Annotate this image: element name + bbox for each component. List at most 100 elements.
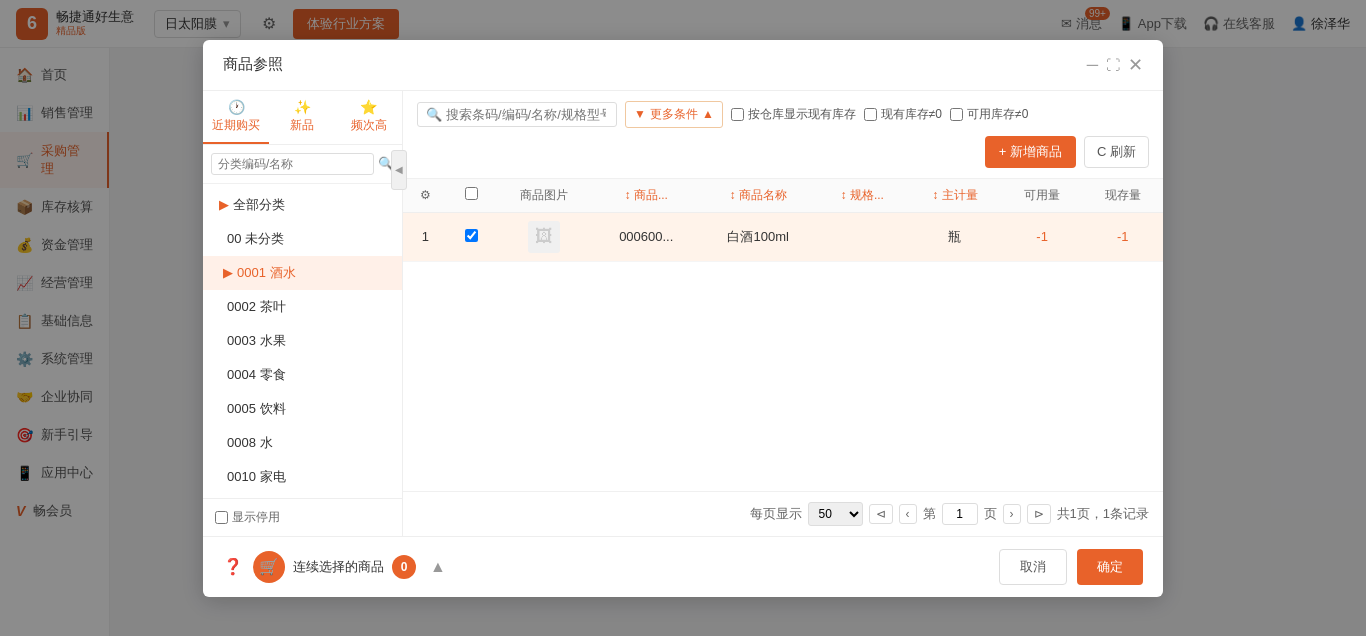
available-nonzero-checkbox[interactable] — [950, 108, 963, 121]
cat-item-00[interactable]: 00 未分类 — [203, 222, 402, 256]
next-page-btn[interactable]: › — [1003, 504, 1021, 524]
last-page-btn[interactable]: ⊳ — [1027, 504, 1051, 524]
collapse-icon[interactable]: ▲ — [430, 558, 446, 576]
cart-area[interactable]: 🛒 连续选择的商品 0 — [253, 551, 416, 583]
pagination: 每页显示 50 100 ⊲ ‹ 第 页 › ⊳ 共1页，1条记录 — [403, 491, 1163, 536]
toolbar-right: + 新增商品 C 刷新 — [985, 136, 1149, 168]
warehouse-checkbox[interactable] — [731, 108, 744, 121]
minimize-icon[interactable]: ─ — [1087, 56, 1098, 74]
row-name: 白酒100ml — [700, 212, 817, 261]
category-bottom: 显示停用 — [203, 498, 402, 536]
cat-item-0002[interactable]: 0002 茶叶 — [203, 290, 402, 324]
row-spec — [817, 212, 908, 261]
col-settings[interactable]: ⚙ — [403, 179, 448, 213]
col-available: 可用量 — [1002, 179, 1083, 213]
tab-new-label: 新品 — [273, 117, 331, 134]
col-spec[interactable]: ↕ 规格... — [817, 179, 908, 213]
row-available: -1 — [1002, 212, 1083, 261]
tab-frequent[interactable]: ⭐ 频次高 — [336, 91, 402, 144]
col-checkbox[interactable] — [448, 179, 495, 213]
col-name[interactable]: ↕ 商品名称 — [700, 179, 817, 213]
show-disabled-checkbox[interactable] — [215, 511, 228, 524]
cancel-button[interactable]: 取消 — [999, 549, 1067, 585]
modal-body: 🕐 近期购买 ✨ 新品 ⭐ 频次高 ◀ — [203, 91, 1163, 536]
row-image: 🖼 — [495, 212, 593, 261]
col-stock: 现存量 — [1082, 179, 1163, 213]
page-total-info: 共1页，1条记录 — [1057, 505, 1149, 523]
checkbox-stock-nonzero[interactable]: 现有库存≠0 — [864, 106, 942, 123]
page-label: 第 — [923, 505, 936, 523]
product-table: ⚙ 商品图片 ↕ 商品... ↕ 商品名称 ↕ 规格.. — [403, 179, 1163, 262]
modal-overlay: 商品参照 ─ ⛶ ✕ 🕐 近期购买 ✨ 新品 — [0, 0, 1366, 636]
toolbar: 🔍 ▼ 更多条件 ▲ 按仓库显示现有库存 现有库存≠0 — [403, 91, 1163, 179]
arrow-icon: ▶ — [219, 197, 229, 212]
col-unit[interactable]: ↕ 主计量 — [908, 179, 1002, 213]
stock-nonzero-checkbox[interactable] — [864, 108, 877, 121]
maximize-icon[interactable]: ⛶ — [1106, 57, 1120, 73]
row-unit: 瓶 — [908, 212, 1002, 261]
category-tabs: 🕐 近期购买 ✨ 新品 ⭐ 频次高 — [203, 91, 402, 145]
new-icon: ✨ — [273, 99, 331, 115]
category-list: ▶ 全部分类 00 未分类 ▶ 0001 酒水 0002 茶叶 0003 水果 — [203, 184, 402, 498]
product-reference-modal: 商品参照 ─ ⛶ ✕ 🕐 近期购买 ✨ 新品 — [203, 40, 1163, 597]
product-table-area: ⚙ 商品图片 ↕ 商品... ↕ 商品名称 ↕ 规格.. — [403, 179, 1163, 491]
cart-label: 连续选择的商品 — [293, 558, 384, 576]
page-of-label: 页 — [984, 505, 997, 523]
per-page-select[interactable]: 50 100 — [808, 502, 863, 526]
cart-count: 0 — [392, 555, 416, 579]
category-search: 🔍 — [203, 145, 402, 184]
add-product-button[interactable]: + 新增商品 — [985, 136, 1076, 168]
close-icon[interactable]: ✕ — [1128, 54, 1143, 76]
cat-item-0008[interactable]: 0008 水 — [203, 426, 402, 460]
per-page-label: 每页显示 — [750, 505, 802, 523]
product-thumbnail: 🖼 — [528, 221, 560, 253]
search-icon: 🔍 — [426, 107, 442, 122]
checkbox-available-nonzero[interactable]: 可用库存≠0 — [950, 106, 1028, 123]
row-num: 1 — [403, 212, 448, 261]
tab-new[interactable]: ✨ 新品 — [269, 91, 335, 144]
modal-title: 商品参照 — [223, 55, 283, 74]
footer-buttons: 取消 确定 — [999, 549, 1143, 585]
select-all-checkbox[interactable] — [465, 187, 478, 200]
frequent-icon: ⭐ — [340, 99, 398, 115]
confirm-button[interactable]: 确定 — [1077, 549, 1143, 585]
cat-item-0003[interactable]: 0003 水果 — [203, 324, 402, 358]
filter-button[interactable]: ▼ 更多条件 ▲ — [625, 101, 723, 128]
row-stock: -1 — [1082, 212, 1163, 261]
col-code[interactable]: ↕ 商品... — [593, 179, 700, 213]
col-image: 商品图片 — [495, 179, 593, 213]
row-select-checkbox[interactable] — [465, 229, 478, 242]
tab-frequent-label: 频次高 — [340, 117, 398, 134]
tab-recent-label: 近期购买 — [207, 117, 265, 134]
prev-page-btn[interactable]: ‹ — [899, 504, 917, 524]
table-row[interactable]: 1 🖼 000600... 白酒100ml 瓶 -1 -1 — [403, 212, 1163, 261]
tab-recent[interactable]: 🕐 近期购买 — [203, 91, 269, 144]
cat-item-0010[interactable]: 0010 家电 — [203, 460, 402, 494]
right-panel: 🔍 ▼ 更多条件 ▲ 按仓库显示现有库存 现有库存≠0 — [403, 91, 1163, 536]
cat-item-0004[interactable]: 0004 零食 — [203, 358, 402, 392]
product-search-input[interactable] — [446, 107, 606, 122]
recent-icon: 🕐 — [207, 99, 265, 115]
cart-icon: 🛒 — [253, 551, 285, 583]
filter-label: 更多条件 — [650, 106, 698, 123]
search-box: 🔍 — [417, 102, 617, 127]
filter-icon: ▼ — [634, 107, 646, 121]
cat-item-0005[interactable]: 0005 饮料 — [203, 392, 402, 426]
row-code: 000600... — [593, 212, 700, 261]
active-arrow-icon: ▶ — [223, 265, 233, 280]
category-search-input[interactable] — [211, 153, 374, 175]
help-icon[interactable]: ❓ — [223, 557, 243, 576]
modal-footer: ❓ 🛒 连续选择的商品 0 ▲ 取消 确定 — [203, 536, 1163, 597]
modal-header: 商品参照 ─ ⛶ ✕ — [203, 40, 1163, 91]
category-panel: 🕐 近期购买 ✨ 新品 ⭐ 频次高 ◀ — [203, 91, 403, 536]
page-number-input[interactable] — [942, 503, 978, 525]
checkbox-warehouse[interactable]: 按仓库显示现有库存 — [731, 106, 856, 123]
panel-collapse-btn[interactable]: ◀ — [391, 150, 403, 190]
show-disabled-label[interactable]: 显示停用 — [215, 509, 390, 526]
row-checkbox[interactable] — [448, 212, 495, 261]
chevron-up-icon: ▲ — [702, 107, 714, 121]
cat-item-all[interactable]: ▶ 全部分类 — [203, 188, 402, 222]
refresh-button[interactable]: C 刷新 — [1084, 136, 1149, 168]
cat-item-0001[interactable]: ▶ 0001 酒水 — [203, 256, 402, 290]
first-page-btn[interactable]: ⊲ — [869, 504, 893, 524]
